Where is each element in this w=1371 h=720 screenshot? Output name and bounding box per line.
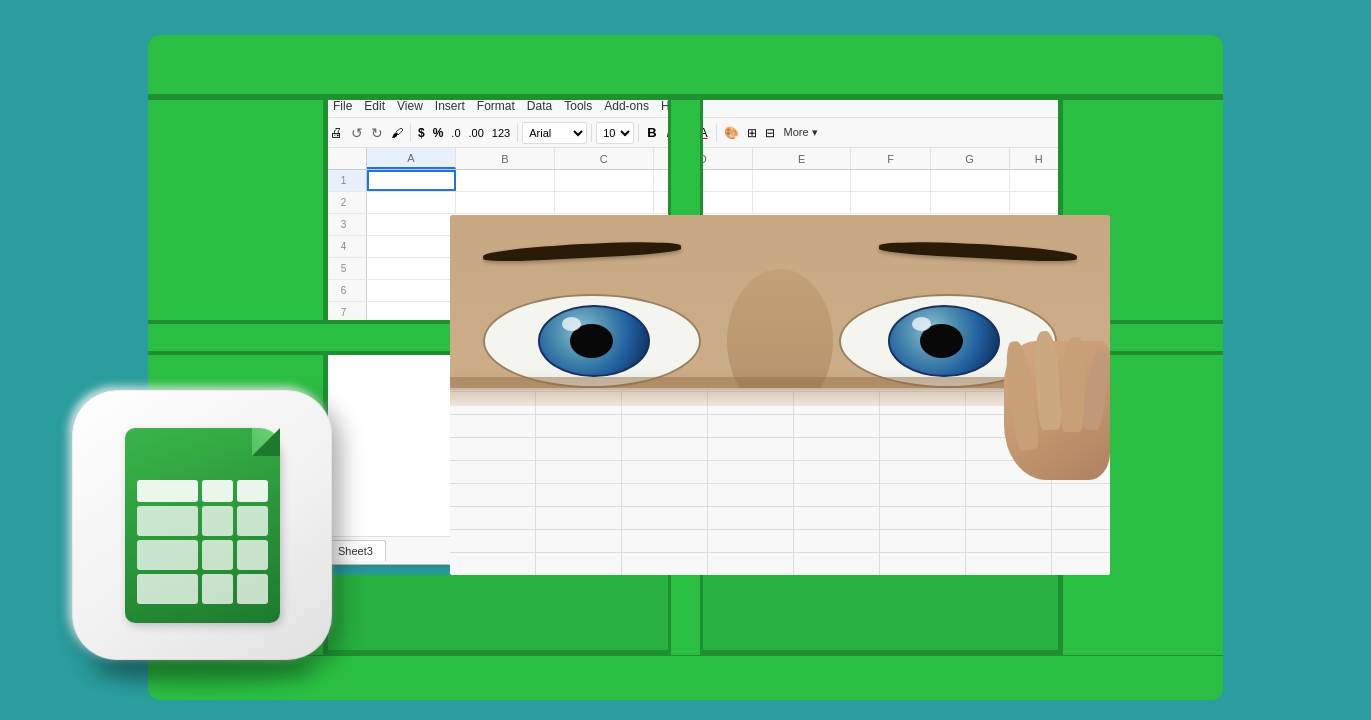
- cell-b2[interactable]: [456, 192, 555, 213]
- number-format-button[interactable]: 123: [489, 125, 513, 141]
- cell-f2[interactable]: [851, 192, 930, 213]
- col-header-c[interactable]: C: [555, 148, 654, 169]
- bold-button[interactable]: B: [643, 123, 660, 142]
- font-family-select[interactable]: Arial: [522, 122, 587, 144]
- decimal-increase-button[interactable]: .00: [466, 125, 487, 141]
- cell-e1[interactable]: [753, 170, 852, 191]
- cell-a2[interactable]: [367, 192, 456, 213]
- font-size-select[interactable]: 10: [596, 122, 634, 144]
- more-button[interactable]: More ▾: [780, 124, 822, 141]
- toolbar-separator-3: [591, 124, 592, 142]
- undo-button[interactable]: ↺: [348, 123, 366, 143]
- window-frame: ☆ 📁 All changes saved ... Comments 🔒 Sha…: [0, 0, 1371, 720]
- cell-f1[interactable]: [851, 170, 930, 191]
- col-header-a[interactable]: A: [367, 148, 456, 169]
- cell-c1[interactable]: [555, 170, 654, 191]
- col-header-f[interactable]: F: [851, 148, 930, 169]
- window-top-bar: [148, 35, 1223, 100]
- paint-format-button[interactable]: 🖌: [388, 124, 406, 142]
- cell-a1[interactable]: [367, 170, 456, 191]
- toolbar-separator-1: [410, 124, 411, 142]
- cell-e2[interactable]: [753, 192, 852, 213]
- col-header-e[interactable]: E: [753, 148, 852, 169]
- col-header-g[interactable]: G: [931, 148, 1010, 169]
- toolbar-separator-2: [517, 124, 518, 142]
- print-button[interactable]: 🖨: [327, 123, 346, 142]
- sheets-app-icon: [72, 390, 347, 675]
- cell-g1[interactable]: [931, 170, 1010, 191]
- cell-b1[interactable]: [456, 170, 555, 191]
- merge-button[interactable]: ⊟: [762, 124, 778, 142]
- cell-c2[interactable]: [555, 192, 654, 213]
- fill-color-button[interactable]: 🎨: [721, 124, 742, 142]
- percent-button[interactable]: %: [430, 124, 447, 142]
- col-header-b[interactable]: B: [456, 148, 555, 169]
- currency-button[interactable]: $: [415, 124, 428, 142]
- redo-button[interactable]: ↻: [368, 123, 386, 143]
- cell-g2[interactable]: [931, 192, 1010, 213]
- eyes-peeping-image: [450, 215, 1110, 575]
- borders-button[interactable]: ⊞: [744, 124, 760, 142]
- toolbar-separator-5: [716, 124, 717, 142]
- toolbar-separator-4: [638, 124, 639, 142]
- decimal-decrease-button[interactable]: .0: [448, 125, 463, 141]
